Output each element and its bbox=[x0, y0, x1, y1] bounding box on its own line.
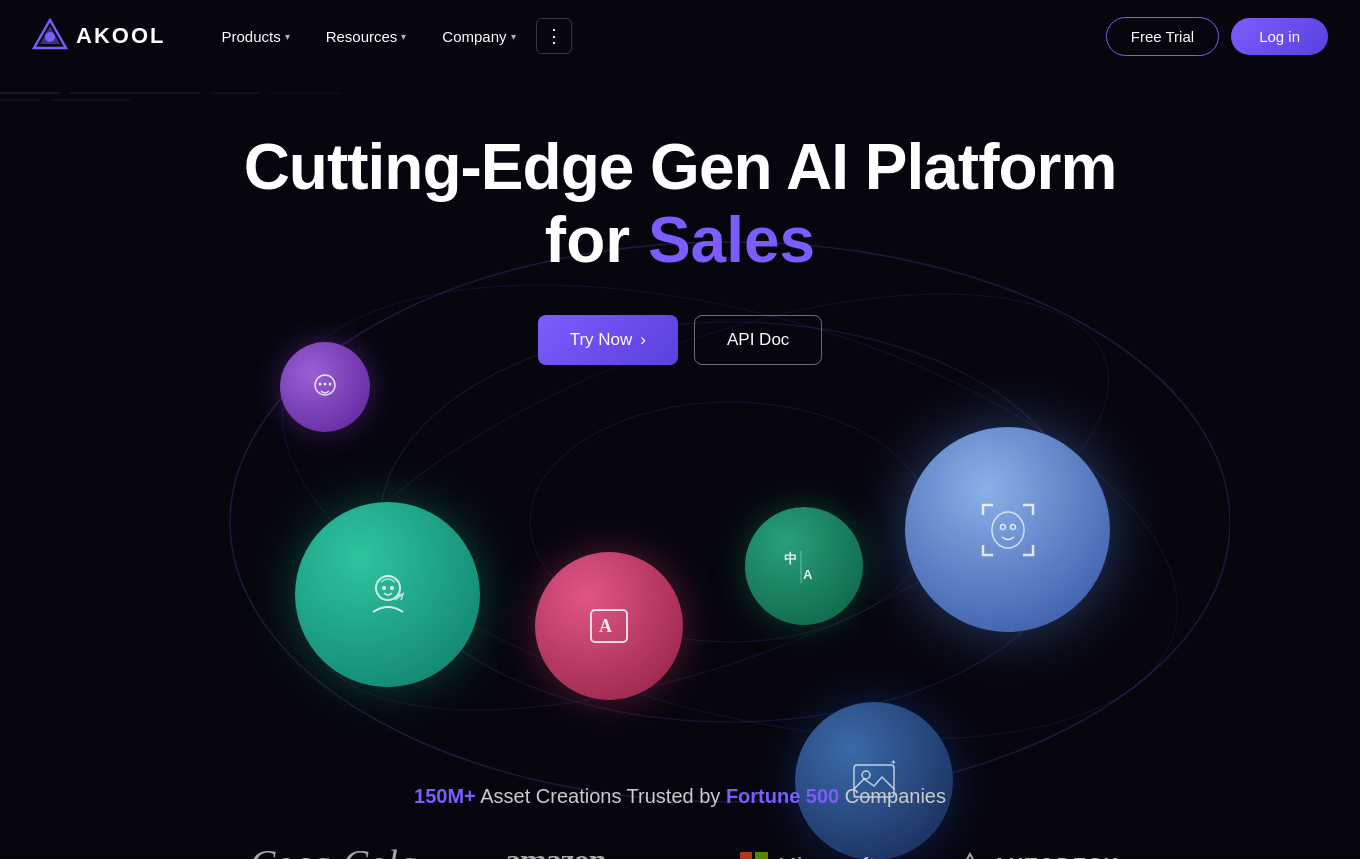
nav-products-label: Products bbox=[221, 28, 280, 45]
free-trial-button[interactable]: Free Trial bbox=[1106, 17, 1219, 56]
sphere-ai-avatar bbox=[295, 502, 480, 687]
logo-amazon: amazon bbox=[500, 836, 660, 859]
ms-square-red bbox=[740, 852, 753, 859]
microsoft-text: Microsoft bbox=[778, 853, 876, 859]
autodesk-text: AUTODESK bbox=[992, 854, 1120, 859]
chevron-down-icon: ▾ bbox=[401, 31, 406, 42]
logo-microsoft: Microsoft bbox=[740, 852, 876, 859]
svg-rect-21 bbox=[591, 610, 627, 642]
logo-autodesk: AUTODESK bbox=[956, 852, 1120, 859]
nav-more-button[interactable]: ⋮ bbox=[536, 18, 572, 54]
svg-point-27 bbox=[1000, 524, 1005, 529]
nav-resources-label: Resources bbox=[326, 28, 398, 45]
hero-title-sales: Sales bbox=[648, 204, 815, 276]
logo-icon bbox=[32, 18, 68, 54]
arrow-right-icon: › bbox=[640, 330, 646, 350]
svg-text:A: A bbox=[599, 616, 612, 636]
nav-item-resources[interactable]: Resources ▾ bbox=[310, 20, 423, 53]
trust-text: 150M+ Asset Creations Trusted by Fortune… bbox=[240, 785, 1120, 808]
hero-buttons: Try Now › API Doc bbox=[244, 315, 1117, 365]
nav-actions: Free Trial Log in bbox=[1106, 17, 1328, 56]
sphere-font: A bbox=[535, 552, 683, 700]
svg-text:中: 中 bbox=[784, 551, 797, 566]
chevron-down-icon: ▾ bbox=[511, 31, 516, 42]
brand-logos-row: Coca-Cola amazon Microsoft bbox=[240, 836, 1120, 859]
logo-text: AKOOL bbox=[76, 23, 165, 49]
hero-title-sub: for Sales bbox=[244, 202, 1117, 279]
svg-text:A: A bbox=[803, 567, 813, 582]
hero-section: A 中 A bbox=[0, 72, 1360, 859]
svg-point-20 bbox=[390, 586, 394, 590]
svg-point-10 bbox=[380, 322, 1080, 722]
svg-point-26 bbox=[992, 512, 1024, 548]
logo-cocacola: Coca-Cola bbox=[240, 836, 420, 859]
sphere-translate: 中 A bbox=[745, 507, 863, 625]
logo[interactable]: AKOOL bbox=[32, 18, 165, 54]
nav-item-company[interactable]: Company ▾ bbox=[426, 20, 531, 53]
navbar: AKOOL Products ▾ Resources ▾ Company ▾ ⋮… bbox=[0, 0, 1360, 72]
svg-point-16 bbox=[324, 383, 327, 386]
svg-text:amazon: amazon bbox=[505, 842, 607, 859]
microsoft-grid-icon bbox=[740, 852, 768, 859]
trust-fortune: Fortune 500 bbox=[726, 785, 839, 807]
nav-item-products[interactable]: Products ▾ bbox=[205, 20, 305, 53]
svg-point-28 bbox=[1010, 524, 1015, 529]
trust-section: 150M+ Asset Creations Trusted by Fortune… bbox=[240, 745, 1120, 859]
svg-text:Coca-Cola: Coca-Cola bbox=[250, 842, 417, 859]
svg-point-15 bbox=[319, 383, 322, 386]
chevron-down-icon: ▾ bbox=[285, 31, 290, 42]
svg-point-18 bbox=[376, 576, 400, 600]
sphere-face-scan bbox=[905, 427, 1110, 632]
autodesk-icon bbox=[956, 852, 984, 859]
login-button[interactable]: Log in bbox=[1231, 18, 1328, 55]
svg-point-17 bbox=[329, 383, 332, 386]
trust-count: 150M+ bbox=[414, 785, 476, 807]
nav-links: Products ▾ Resources ▾ Company ▾ ⋮ bbox=[205, 18, 1105, 54]
svg-point-11 bbox=[530, 402, 930, 642]
api-doc-button[interactable]: API Doc bbox=[694, 315, 822, 365]
try-now-button[interactable]: Try Now › bbox=[538, 315, 678, 365]
nav-company-label: Company bbox=[442, 28, 506, 45]
svg-point-14 bbox=[315, 375, 335, 395]
svg-point-19 bbox=[382, 586, 386, 590]
hero-title-main: Cutting-Edge Gen AI Platform bbox=[244, 132, 1117, 202]
ms-square-green bbox=[755, 852, 768, 859]
hero-content: Cutting-Edge Gen AI Platform for Sales T… bbox=[244, 132, 1117, 365]
svg-point-2 bbox=[45, 32, 55, 42]
hero-title-for: for bbox=[545, 204, 630, 276]
